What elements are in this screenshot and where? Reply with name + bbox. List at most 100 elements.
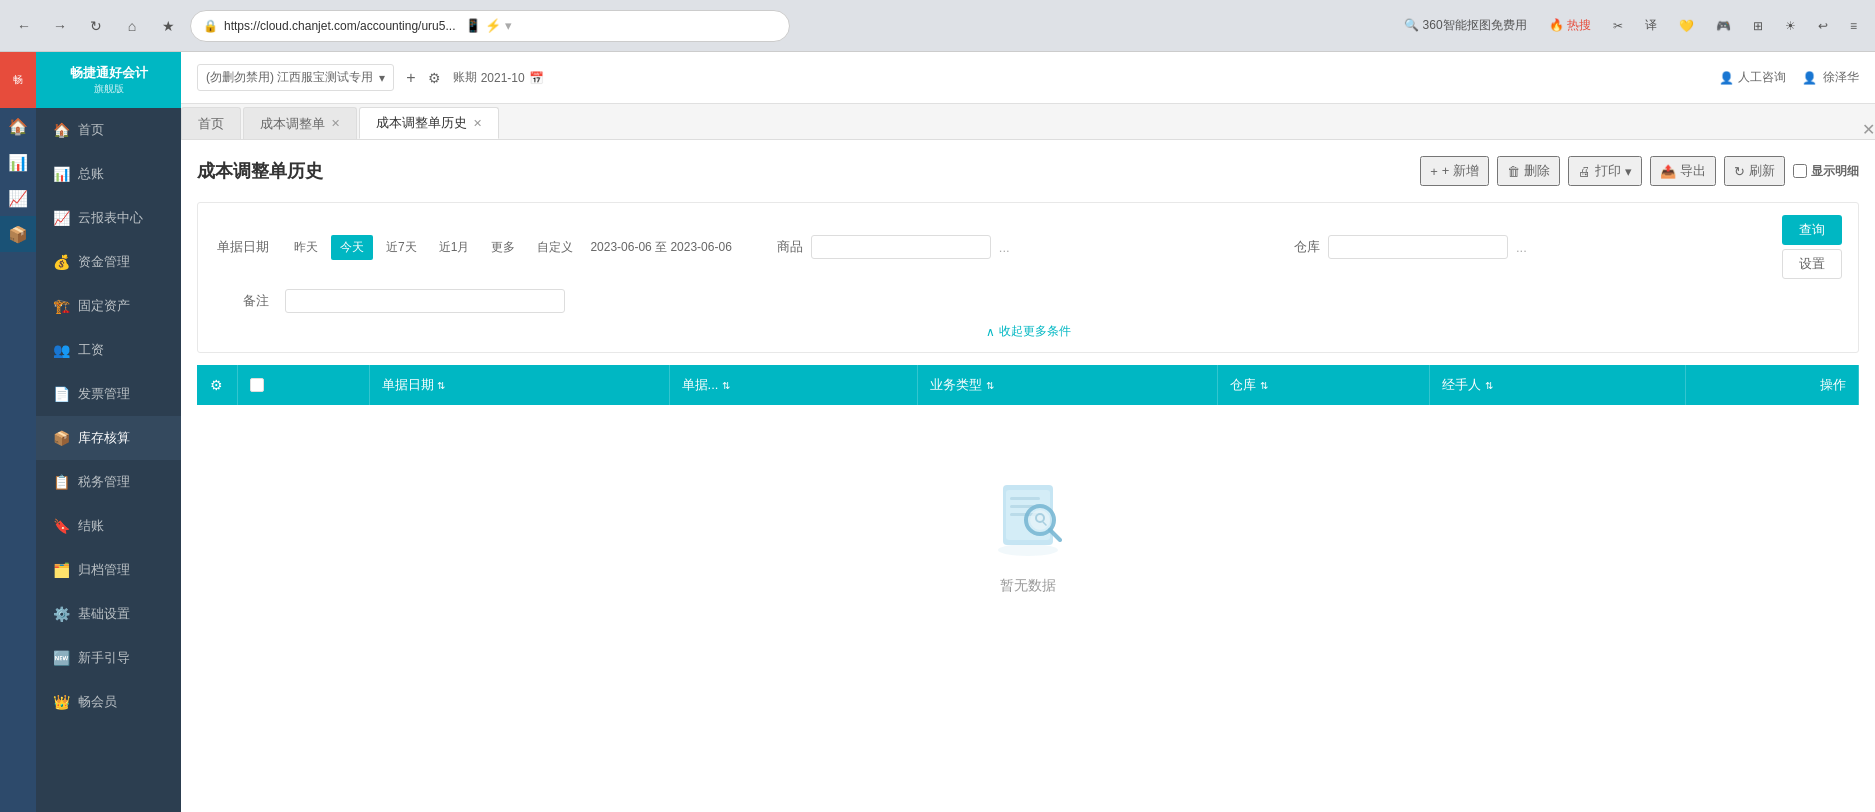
add-button[interactable]: + + 新增 (1420, 156, 1489, 186)
user-info[interactable]: 👤 徐泽华 (1802, 69, 1859, 86)
company-name: (勿删勿禁用) 江西服宝测试专用 (206, 69, 373, 86)
table-th-handler[interactable]: 经手人 ⇅ (1430, 365, 1686, 405)
nav-payroll[interactable]: 👥 工资 (36, 328, 181, 372)
nav-assets[interactable]: 🏗️ 固定资产 (36, 284, 181, 328)
filter-settings-button[interactable]: 设置 (1782, 249, 1842, 279)
tab-cost-adjust-close[interactable]: ✕ (331, 117, 340, 130)
nav-invoice[interactable]: 📄 发票管理 (36, 372, 181, 416)
scissors-tool[interactable]: ✂ (1605, 15, 1631, 37)
tab-cost-adjust-history[interactable]: 成本调整单历史 ✕ (359, 107, 499, 139)
add-icon: + (1430, 164, 1438, 179)
export-icon: 📤 (1660, 164, 1676, 179)
date-range-display: 2023-06-06 至 2023-06-06 (590, 239, 731, 256)
remark-filter-input[interactable] (285, 289, 565, 313)
table-th-action: 操作 (1686, 365, 1859, 405)
service-button[interactable]: 👤 人工咨询 (1719, 69, 1786, 86)
nav-archive[interactable]: 🗂️ 归档管理 (36, 548, 181, 592)
table-th-warehouse[interactable]: 仓库 ⇅ (1218, 365, 1430, 405)
col-handler-label: 经手人 (1442, 377, 1481, 392)
col-warehouse-label: 仓库 (1230, 377, 1256, 392)
bookmark-button[interactable]: ★ (154, 12, 182, 40)
nav-ledger[interactable]: 📊 总账 (36, 152, 181, 196)
date-btn-7days[interactable]: 近7天 (377, 235, 426, 260)
warehouse-more-icon[interactable]: ... (1516, 240, 1527, 255)
close-all-btn[interactable]: ✕ (1862, 120, 1875, 139)
forward-button[interactable]: → (46, 12, 74, 40)
warehouse-filter-input[interactable] (1328, 235, 1508, 259)
table-header: ⚙ 单据日期 ⇅ 单据... ⇅ (197, 365, 1859, 405)
refresh-icon: ↻ (1734, 164, 1745, 179)
home-button[interactable]: ⌂ (118, 12, 146, 40)
hot-label: 🔥 热搜 (1541, 13, 1599, 38)
date-btn-custom[interactable]: 自定义 (528, 235, 582, 260)
tab-cost-adjust-history-close[interactable]: ✕ (473, 117, 482, 130)
refresh-button[interactable]: ↻ (82, 12, 110, 40)
select-all-checkbox[interactable] (250, 378, 264, 392)
company-selector[interactable]: (勿删勿禁用) 江西服宝测试专用 ▾ (197, 64, 394, 91)
menu-tool[interactable]: ≡ (1842, 15, 1865, 37)
translate-tool[interactable]: 译 (1637, 13, 1665, 38)
add-company-btn[interactable]: + (406, 69, 415, 87)
display-toggle-checkbox[interactable] (1793, 164, 1807, 178)
print-button[interactable]: 🖨 打印 ▾ (1568, 156, 1642, 186)
nav-vip[interactable]: 👑 畅会员 (36, 680, 181, 724)
display-toggle[interactable]: 显示明细 (1793, 163, 1859, 180)
goods-more-icon[interactable]: ... (999, 240, 1010, 255)
goods-filter-input[interactable] (811, 235, 991, 259)
top-bar: (勿删勿禁用) 江西服宝测试专用 ▾ + ⚙ 账期 2021-10 📅 👤 人工… (181, 52, 1875, 104)
nav-guide[interactable]: 🆕 新手引导 (36, 636, 181, 680)
assets-icon: 🏗️ (52, 298, 70, 314)
date-btn-yesterday[interactable]: 昨天 (285, 235, 327, 260)
undo-tool[interactable]: ↩ (1810, 15, 1836, 37)
refresh-button[interactable]: ↻ 刷新 (1724, 156, 1785, 186)
table-body: 暂无数据 (197, 405, 1859, 655)
calendar-icon[interactable]: 📅 (529, 71, 544, 85)
nav-tax[interactable]: 📋 税务管理 (36, 460, 181, 504)
nav-payroll-label: 工资 (78, 341, 104, 359)
nav-close[interactable]: 🔖 结账 (36, 504, 181, 548)
icon-sidebar-ledger[interactable]: 📊 (0, 144, 36, 180)
delete-button[interactable]: 🗑 删除 (1497, 156, 1560, 186)
company-settings-icon[interactable]: ⚙ (428, 70, 441, 86)
warehouse-filter-label: 仓库 (1265, 238, 1320, 256)
data-table: ⚙ 单据日期 ⇅ 单据... ⇅ (197, 365, 1859, 655)
settings-icon: ⚙️ (52, 606, 70, 622)
nav-inventory[interactable]: 📦 库存核算 (36, 416, 181, 460)
icon-sidebar-active[interactable]: 📦 (0, 216, 36, 252)
wallet-tool[interactable]: 💛 (1671, 15, 1702, 37)
collapse-filter-button[interactable]: ∧ 收起更多条件 (214, 323, 1842, 340)
sort-handler-icon: ⇅ (1485, 380, 1493, 391)
date-filter-label: 单据日期 (214, 238, 269, 256)
date-btn-more[interactable]: 更多 (482, 235, 524, 260)
date-btn-today[interactable]: 今天 (331, 235, 373, 260)
goods-filter-label: 商品 (748, 238, 803, 256)
delete-icon: 🗑 (1507, 164, 1520, 179)
back-button[interactable]: ← (10, 12, 38, 40)
game-tool[interactable]: 🎮 (1708, 15, 1739, 37)
top-bar-right: 👤 人工咨询 👤 徐泽华 (1719, 69, 1859, 86)
table-gear-icon[interactable]: ⚙ (210, 377, 223, 393)
query-button[interactable]: 查询 (1782, 215, 1842, 245)
date-btn-1month[interactable]: 近1月 (430, 235, 479, 260)
table-th-gear: ⚙ (197, 365, 237, 405)
nav-invoice-label: 发票管理 (78, 385, 130, 403)
table-th-type[interactable]: 业务类型 ⇅ (918, 365, 1218, 405)
nav-home[interactable]: 🏠 首页 (36, 108, 181, 152)
grid-tool[interactable]: ⊞ (1745, 15, 1771, 37)
export-button[interactable]: 📤 导出 (1650, 156, 1716, 186)
tab-home[interactable]: 首页 (181, 107, 241, 139)
table-th-date[interactable]: 单据日期 ⇅ (369, 365, 669, 405)
nav-report[interactable]: 📈 云报表中心 (36, 196, 181, 240)
theme-tool[interactable]: ☀ (1777, 15, 1804, 37)
page-actions: + + 新增 🗑 删除 🖨 打印 ▾ 📤 导出 (1420, 156, 1859, 186)
icon-sidebar: 畅 🏠 📊 📈 📦 (0, 52, 36, 812)
table-th-doc[interactable]: 单据... ⇅ (669, 365, 918, 405)
icon-sidebar-report[interactable]: 📈 (0, 180, 36, 216)
nav-settings[interactable]: ⚙️ 基础设置 (36, 592, 181, 636)
address-bar[interactable]: 🔒 https://cloud.chanjet.com/accounting/u… (190, 10, 790, 42)
tab-cost-adjust[interactable]: 成本调整单 ✕ (243, 107, 357, 139)
table-th-checkbox (237, 365, 369, 405)
icon-sidebar-home[interactable]: 🏠 (0, 108, 36, 144)
search-tool[interactable]: 🔍 360智能抠图免费用 (1396, 13, 1534, 38)
nav-finance[interactable]: 💰 资金管理 (36, 240, 181, 284)
